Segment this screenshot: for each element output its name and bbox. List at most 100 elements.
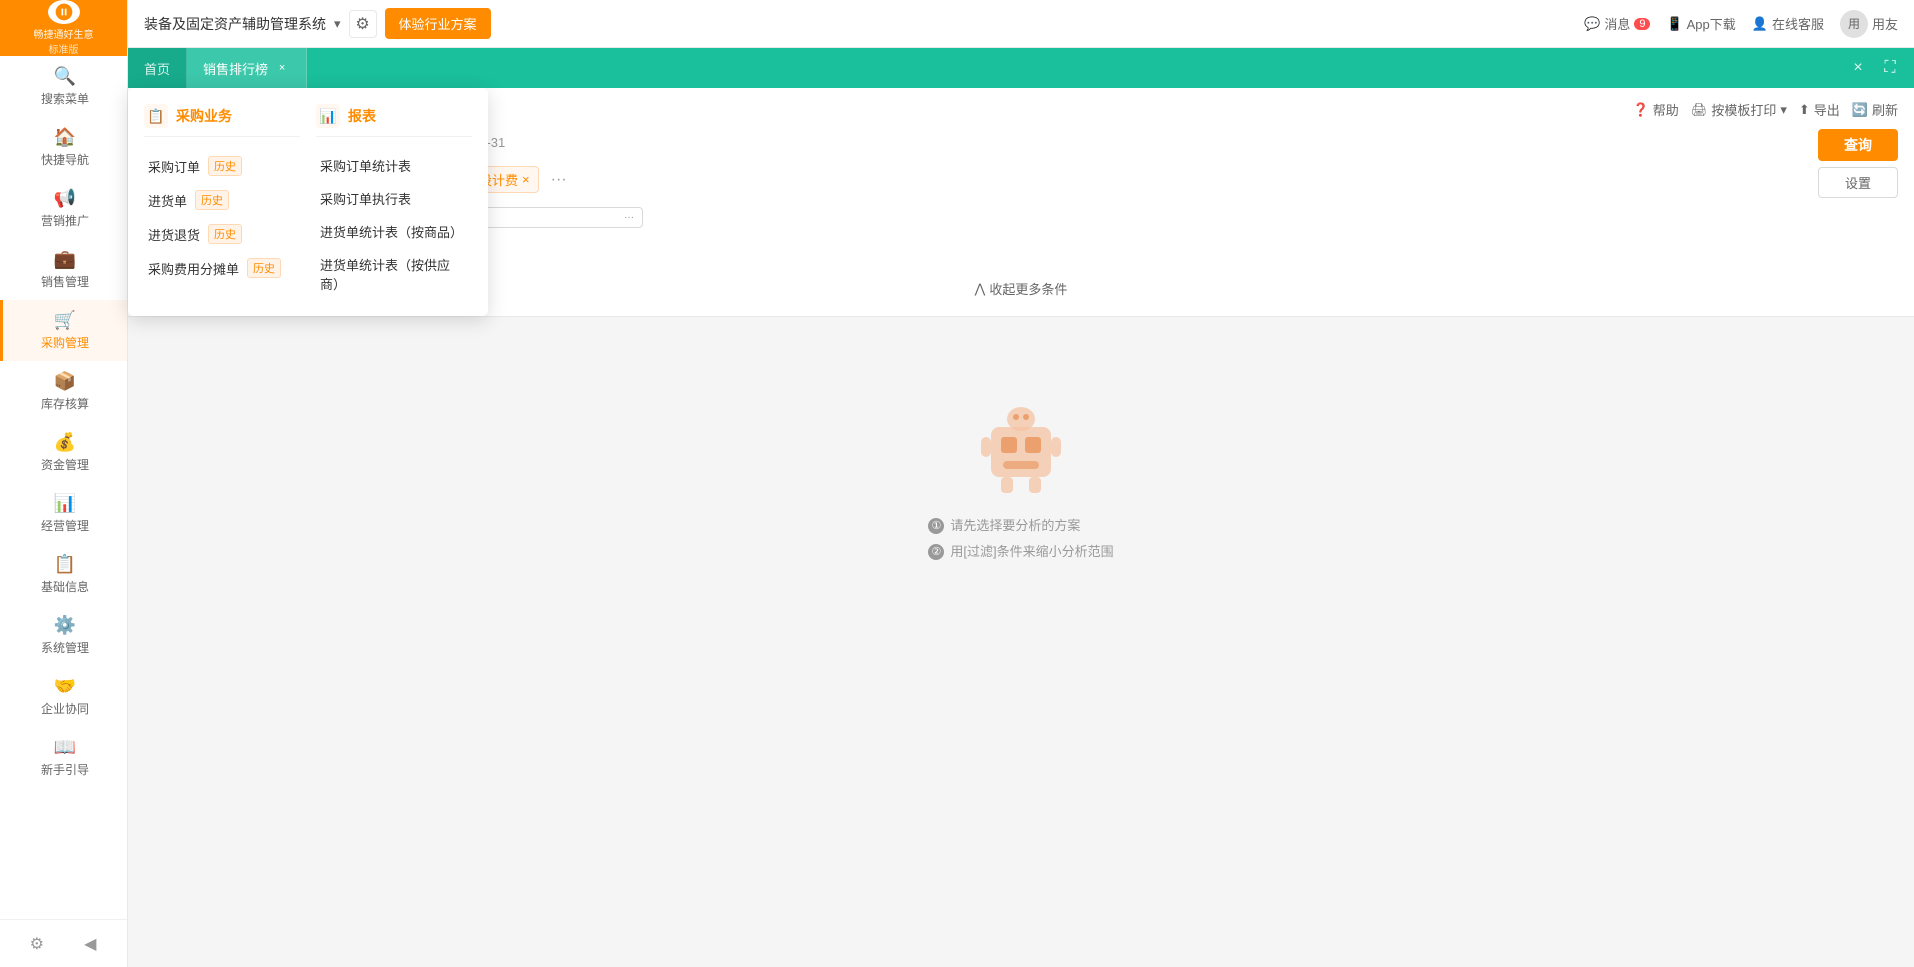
tab-fullscreen-button[interactable]: ⛶: [1878, 56, 1902, 80]
menu-goods-return[interactable]: 进货退货 历史: [144, 217, 300, 251]
tab-close-all-button[interactable]: ×: [1846, 56, 1870, 80]
user-menu[interactable]: 用 用友: [1840, 10, 1898, 38]
goods-tag-close-icon[interactable]: ×: [522, 172, 530, 187]
sidebar-item-guide-label: 新手引导: [41, 761, 89, 778]
user-label: 用友: [1872, 14, 1898, 33]
sidebar-item-finance[interactable]: 💰 资金管理: [0, 422, 127, 483]
filter-settings-button[interactable]: 设置: [1818, 167, 1898, 198]
reports-col: 📊 报表 采购订单统计表 采购订单执行表 进货单统计表（按商品） 进货单统计表（…: [316, 104, 472, 300]
purchase-business-col: 📋 采购业务 采购订单 历史 进货单 历史 进货退货 历史 采购费用分摊单 历史: [144, 104, 300, 300]
purchase-dropdown-menu: 📋 采购业务 采购订单 历史 进货单 历史 进货退货 历史 采购费用分摊单 历史: [128, 88, 488, 316]
refresh-link[interactable]: 🔄 刷新: [1852, 100, 1898, 119]
sidebar-settings-button[interactable]: ⚙: [21, 928, 53, 960]
tip-text-1: 请先选择要分析的方案: [950, 513, 1080, 539]
user-avatar: 用: [1840, 10, 1868, 38]
empty-tip-1: ① 请先选择要分析的方案: [928, 513, 1113, 539]
tab-sales-ranking[interactable]: 销售排行榜 ×: [187, 48, 307, 88]
sidebar-item-guide[interactable]: 📖 新手引导: [0, 727, 127, 788]
menu-purchase-order[interactable]: 采购订单 历史: [144, 149, 300, 183]
topbar: 装备及固定资产辅助管理系统 ▾ ⚙ 体验行业方案 💬 消息 9 📱 App下载 …: [128, 0, 1914, 48]
menu-goods-receipt[interactable]: 进货单 历史: [144, 183, 300, 217]
menu-purchase-order-exec[interactable]: 采购订单执行表: [316, 182, 472, 215]
sidebar-collapse-button[interactable]: ◀: [74, 928, 106, 960]
purchase-order-exec-label: 采购订单执行表: [320, 189, 411, 208]
tab-close-icon[interactable]: ×: [274, 60, 290, 76]
tip-text-2: 用[过滤]条件来缩小分析范围: [950, 539, 1113, 565]
sidebar-item-system-label: 系统管理: [41, 639, 89, 656]
dropdown-columns: 📋 采购业务 采购订单 历史 进货单 历史 进货退货 历史 采购费用分摊单 历史: [144, 104, 472, 300]
finance-icon: 💰: [54, 432, 76, 453]
sidebar-item-basic[interactable]: 📋 基础信息: [0, 544, 127, 605]
menu-goods-stat-by-product[interactable]: 进货单统计表（按商品）: [316, 215, 472, 248]
sidebar-item-quicknav[interactable]: 🏠 快捷导航: [0, 117, 127, 178]
app-download-button[interactable]: 📱 App下载: [1666, 14, 1735, 33]
purchase-business-header: 📋 采购业务: [144, 104, 300, 137]
app-logo-text: 标准版: [49, 41, 79, 56]
sidebar-item-purchase-label: 采购管理: [41, 334, 89, 351]
management-icon: 📊: [54, 493, 76, 514]
collapse-label: 收起更多条件: [989, 279, 1067, 298]
sidebar-item-marketing-label: 营销推广: [41, 212, 89, 229]
reports-header: 📊 报表: [316, 104, 472, 137]
topbar-settings-button[interactable]: ⚙: [349, 10, 377, 38]
sidebar-item-finance-label: 资金管理: [41, 456, 89, 473]
sales-icon: 💼: [54, 249, 76, 270]
sidebar-item-inventory[interactable]: 📦 库存核算: [0, 361, 127, 422]
marketing-icon: 📢: [54, 188, 76, 209]
tip-num-1: ①: [928, 518, 944, 534]
online-service-button[interactable]: 👤 在线客服: [1752, 14, 1824, 33]
help-label: 帮助: [1653, 100, 1679, 119]
menu-purchase-expense[interactable]: 采购费用分摊单 历史: [144, 251, 300, 285]
message-icon: 💬: [1584, 16, 1600, 32]
tab-home-label: 首页: [144, 59, 170, 78]
sidebar-nav: 🔍 搜索菜单 🏠 快捷导航 📢 营销推广 💼 销售管理 🛒 采购管理 📦 库存核…: [0, 56, 127, 919]
menu-purchase-order-stat[interactable]: 采购订单统计表: [316, 149, 472, 182]
system-dropdown[interactable]: ▾: [334, 16, 341, 32]
message-button[interactable]: 💬 消息 9: [1584, 14, 1650, 33]
goods-more-icon[interactable]: ···: [551, 171, 567, 189]
menu-goods-stat-by-supplier[interactable]: 进货单统计表（按供应商）: [316, 248, 472, 300]
system-title: 装备及固定资产辅助管理系统: [144, 14, 326, 34]
empty-state-image: [961, 397, 1081, 497]
sidebar-logo: 畅捷通好生意 标准版: [0, 0, 127, 56]
sidebar-item-cooperation[interactable]: 🤝 企业协同: [0, 666, 127, 727]
industry-solution-button[interactable]: 体验行业方案: [385, 8, 491, 39]
app-logo-sub: 畅捷通好生意: [34, 26, 94, 41]
sidebar-item-sales[interactable]: 💼 销售管理: [0, 239, 127, 300]
app-download-label: App下载: [1687, 14, 1736, 33]
sidebar-item-quicknav-label: 快捷导航: [41, 151, 89, 168]
cooperation-icon: 🤝: [54, 676, 76, 697]
sidebar-item-purchase[interactable]: 🛒 采购管理: [0, 300, 127, 361]
refresh-icon: 🔄: [1852, 102, 1868, 118]
query-button[interactable]: 查询: [1818, 129, 1898, 161]
goods-stat-by-product-label: 进货单统计表（按商品）: [320, 222, 463, 241]
sidebar-item-system[interactable]: ⚙️ 系统管理: [0, 605, 127, 666]
salesman-select[interactable]: ···: [483, 207, 643, 228]
search-menu-icon: 🔍: [54, 66, 76, 87]
refresh-label: 刷新: [1872, 100, 1898, 119]
purchase-col-icon: 📋: [144, 104, 168, 128]
sidebar-item-inventory-label: 库存核算: [41, 395, 89, 412]
topbar-left: 装备及固定资产辅助管理系统 ▾ ⚙ 体验行业方案: [144, 8, 491, 39]
sidebar-item-search[interactable]: 🔍 搜索菜单: [0, 56, 127, 117]
sidebar-item-management[interactable]: 📊 经营管理: [0, 483, 127, 544]
reports-col-icon: 📊: [316, 104, 340, 128]
empty-state-tips: ① 请先选择要分析的方案 ② 用[过滤]条件来缩小分析范围: [928, 513, 1113, 565]
print-link[interactable]: 🖨 按模板打印 ▾: [1691, 100, 1787, 119]
purchase-order-stat-label: 采购订单统计表: [320, 156, 411, 175]
export-label: 导出: [1814, 100, 1840, 119]
purchase-expense-label: 采购费用分摊单: [148, 259, 239, 278]
export-link[interactable]: ⬆ 导出: [1799, 100, 1840, 119]
topbar-right: 💬 消息 9 📱 App下载 👤 在线客服 用 用友: [1584, 10, 1898, 38]
sidebar-item-management-label: 经营管理: [41, 517, 89, 534]
purchase-icon: 🛒: [54, 310, 76, 331]
purchase-order-label: 采购订单: [148, 157, 200, 176]
tabbar: 首页 销售排行榜 × × ⛶: [128, 48, 1914, 88]
tab-home[interactable]: 首页: [128, 48, 187, 88]
message-label: 消息: [1604, 14, 1630, 33]
help-link[interactable]: ❓ 帮助: [1633, 100, 1679, 119]
goods-receipt-history-badge: 历史: [195, 190, 229, 210]
collapse-icon: ⋀: [975, 281, 986, 297]
basic-icon: 📋: [54, 554, 76, 575]
sidebar-item-marketing[interactable]: 📢 营销推广: [0, 178, 127, 239]
